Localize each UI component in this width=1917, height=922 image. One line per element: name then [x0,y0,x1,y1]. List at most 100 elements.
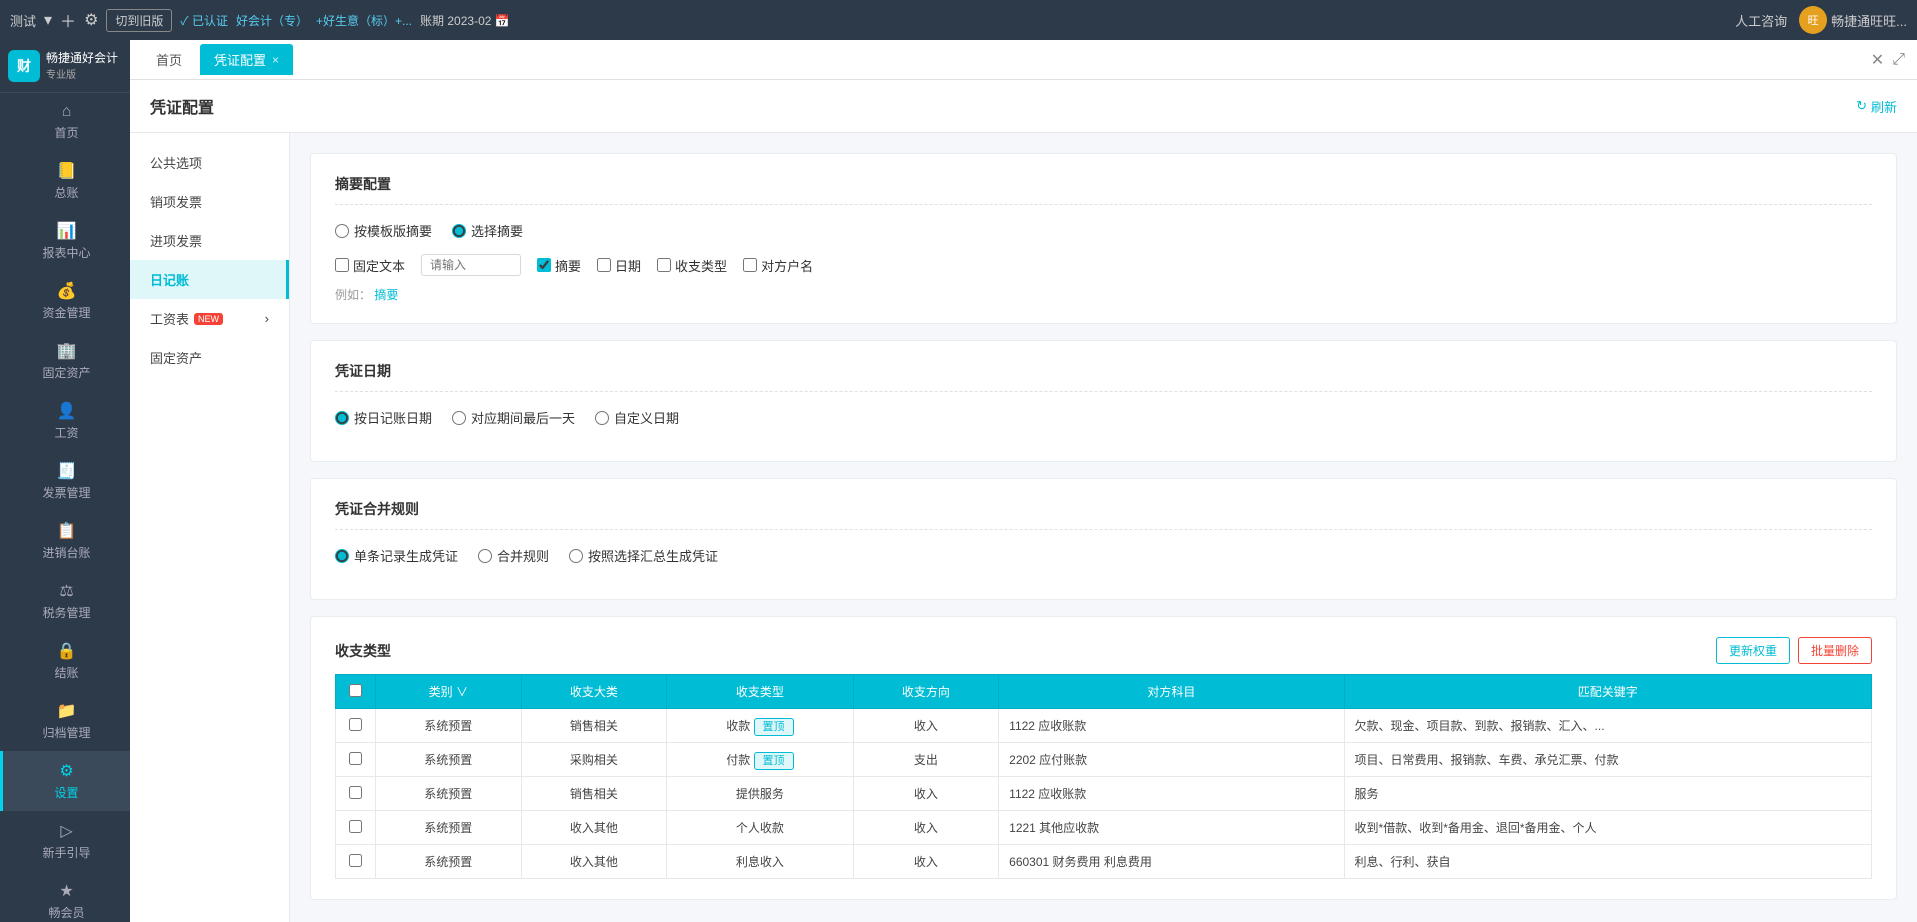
sidebar-item-purchase[interactable]: 📋 进销台账 [0,511,130,571]
radio-merge-rule-input[interactable] [478,549,492,563]
left-nav-payroll[interactable]: 工资表 NEW › [130,299,289,338]
row-checkbox-4[interactable] [349,854,362,867]
radio-select[interactable]: 选择摘要 [452,221,523,240]
left-nav-journal[interactable]: 日记账 [130,260,289,299]
update-btn[interactable]: 更新权重 [1716,637,1790,664]
tag-reset-0[interactable]: 置顶 [754,718,794,736]
summary-radio-group: 按模板版摘要 选择摘要 [335,221,1872,240]
th-category: 类别 ∨ [376,675,522,709]
row-checkbox-1[interactable] [349,752,362,765]
workspace-dropdown[interactable]: ▾ [44,10,52,30]
radio-by-selection-input[interactable] [569,549,583,563]
td-keywords-0: 欠款、现金、项目款、到款、报销款、汇入、... [1344,709,1871,743]
add-btn[interactable]: ＋ [60,8,76,32]
row-checkbox-0[interactable] [349,718,362,731]
avatar: 旺 [1799,6,1827,34]
tab-home[interactable]: 首页 [142,44,196,75]
checkbox-type-input[interactable] [657,258,671,272]
th-checkbox [336,675,376,709]
refresh-button[interactable]: ↻ 刷新 [1856,97,1897,116]
sidebar-item-ledger[interactable]: 📒 总账 [0,151,130,211]
td-major-0: 销售相关 [521,709,667,743]
td-checkbox[interactable] [336,811,376,845]
sidebar-item-tax[interactable]: ⚖ 税务管理 [0,571,130,631]
sidebar-item-salary[interactable]: 👤 工资 [0,391,130,451]
radio-period-last-label: 对应期间最后一天 [471,408,575,427]
table-body: 系统预置 销售相关 收款 置顶 收入 1122 应收账款 欠款、现金、项目款、到… [336,709,1872,879]
logo-icon: 财 [8,50,40,82]
sidebar-item-label: 结账 [54,664,78,681]
radio-journal-date[interactable]: 按日记账日期 [335,408,432,427]
sidebar-item-closing[interactable]: 🔒 结账 [0,631,130,691]
delete-btn[interactable]: 批量删除 [1798,637,1872,664]
sidebar-item-reports[interactable]: 📊 报表中心 [0,211,130,271]
checkbox-counterpart[interactable]: 对方户名 [743,256,813,275]
tab-close-btn[interactable]: × [272,53,279,67]
td-account-0: 1122 应收账款 [999,709,1344,743]
radio-select-input[interactable] [452,224,466,238]
tab-minimize-btn[interactable]: ✕ [1871,50,1884,70]
row-checkbox-2[interactable] [349,786,362,799]
td-checkbox[interactable] [336,845,376,879]
left-nav-public[interactable]: 公共选项 [130,143,289,182]
income-expense-table: 类别 ∨ 收支大类 收支类型 收支方向 对方科目 匹配关键字 系统预置 [335,674,1872,879]
radio-template[interactable]: 按模板版摘要 [335,221,432,240]
left-nav-journal-label: 日记账 [150,270,189,289]
sidebar-item-member[interactable]: ★ 畅会员 [0,871,130,922]
checkbox-fixed-text-input[interactable] [335,258,349,272]
voucher-merge-title: 凭证合并规则 [335,499,1872,530]
td-keywords-3: 收到*借款、收到*备用金、退回*备用金、个人 [1344,811,1871,845]
consult-btn[interactable]: 人工咨询 [1735,11,1787,30]
summary-checkbox-group: 固定文本 摘要 日期 收支类型 [335,254,1872,276]
sidebar-item-home[interactable]: ⌂ 首页 [0,93,130,151]
tab-voucher-config[interactable]: 凭证配置 × [200,44,293,75]
checkbox-type[interactable]: 收支类型 [657,256,727,275]
checkbox-summary-input[interactable] [537,258,551,272]
td-checkbox[interactable] [336,709,376,743]
radio-custom-date-input[interactable] [595,411,609,425]
checkbox-date-input[interactable] [597,258,611,272]
radio-journal-date-input[interactable] [335,411,349,425]
td-checkbox[interactable] [336,743,376,777]
sidebar-item-archive[interactable]: 📁 归档管理 [0,691,130,751]
row-checkbox-3[interactable] [349,820,362,833]
income-expense-title: 收支类型 [335,641,391,661]
checkbox-date[interactable]: 日期 [597,256,641,275]
sidebar-item-invoice[interactable]: 🧾 发票管理 [0,451,130,511]
checkbox-fixed-text[interactable]: 固定文本 [335,256,405,275]
left-nav-sales-invoice[interactable]: 销项发票 [130,182,289,221]
user-menu[interactable]: 旺 畅捷通旺旺... [1799,6,1907,34]
select-all-checkbox[interactable] [349,684,362,697]
sidebar-item-settings[interactable]: ⚙ 设置 [0,751,130,811]
radio-by-selection[interactable]: 按照选择汇总生成凭证 [569,546,718,565]
switch-version-button[interactable]: 切到旧版 [106,9,172,32]
settings-btn[interactable]: ⚙ [84,10,98,30]
radio-period-last-input[interactable] [452,411,466,425]
sidebar-item-guide[interactable]: ▷ 新手引导 [0,811,130,871]
checkbox-counterpart-input[interactable] [743,258,757,272]
settings-icon: ⚙ [59,761,73,781]
radio-template-input[interactable] [335,224,349,238]
td-checkbox[interactable] [336,777,376,811]
tab-maximize-btn[interactable]: ⤢ [1892,50,1905,70]
checkbox-summary[interactable]: 摘要 [537,256,581,275]
sidebar-item-funds[interactable]: 💰 资金管理 [0,271,130,331]
td-direction-4: 收入 [853,845,999,879]
invoice-icon: 🧾 [57,461,77,481]
radio-single-record-input[interactable] [335,549,349,563]
tag-reset-1[interactable]: 置顶 [754,752,794,770]
sidebar-item-label: 固定资产 [42,364,90,381]
radio-single-record[interactable]: 单条记录生成凭证 [335,546,458,565]
guide-icon: ▷ [60,821,72,841]
accounting-badge: 好会计（专） [236,12,308,29]
td-account-1: 2202 应付账款 [999,743,1344,777]
radio-custom-date[interactable]: 自定义日期 [595,408,679,427]
table-row: 系统预置 收入其他 利息收入 收入 660301 财务费用 利息费用 利息、行利… [336,845,1872,879]
sidebar-item-assets[interactable]: 🏢 固定资产 [0,331,130,391]
fixed-text-input[interactable] [421,254,521,276]
left-nav-fixed-assets[interactable]: 固定资产 [130,338,289,377]
left-nav-purchase-invoice[interactable]: 进项发票 [130,221,289,260]
radio-merge-rule[interactable]: 合并规则 [478,546,549,565]
radio-period-last[interactable]: 对应期间最后一天 [452,408,575,427]
td-direction-1: 支出 [853,743,999,777]
